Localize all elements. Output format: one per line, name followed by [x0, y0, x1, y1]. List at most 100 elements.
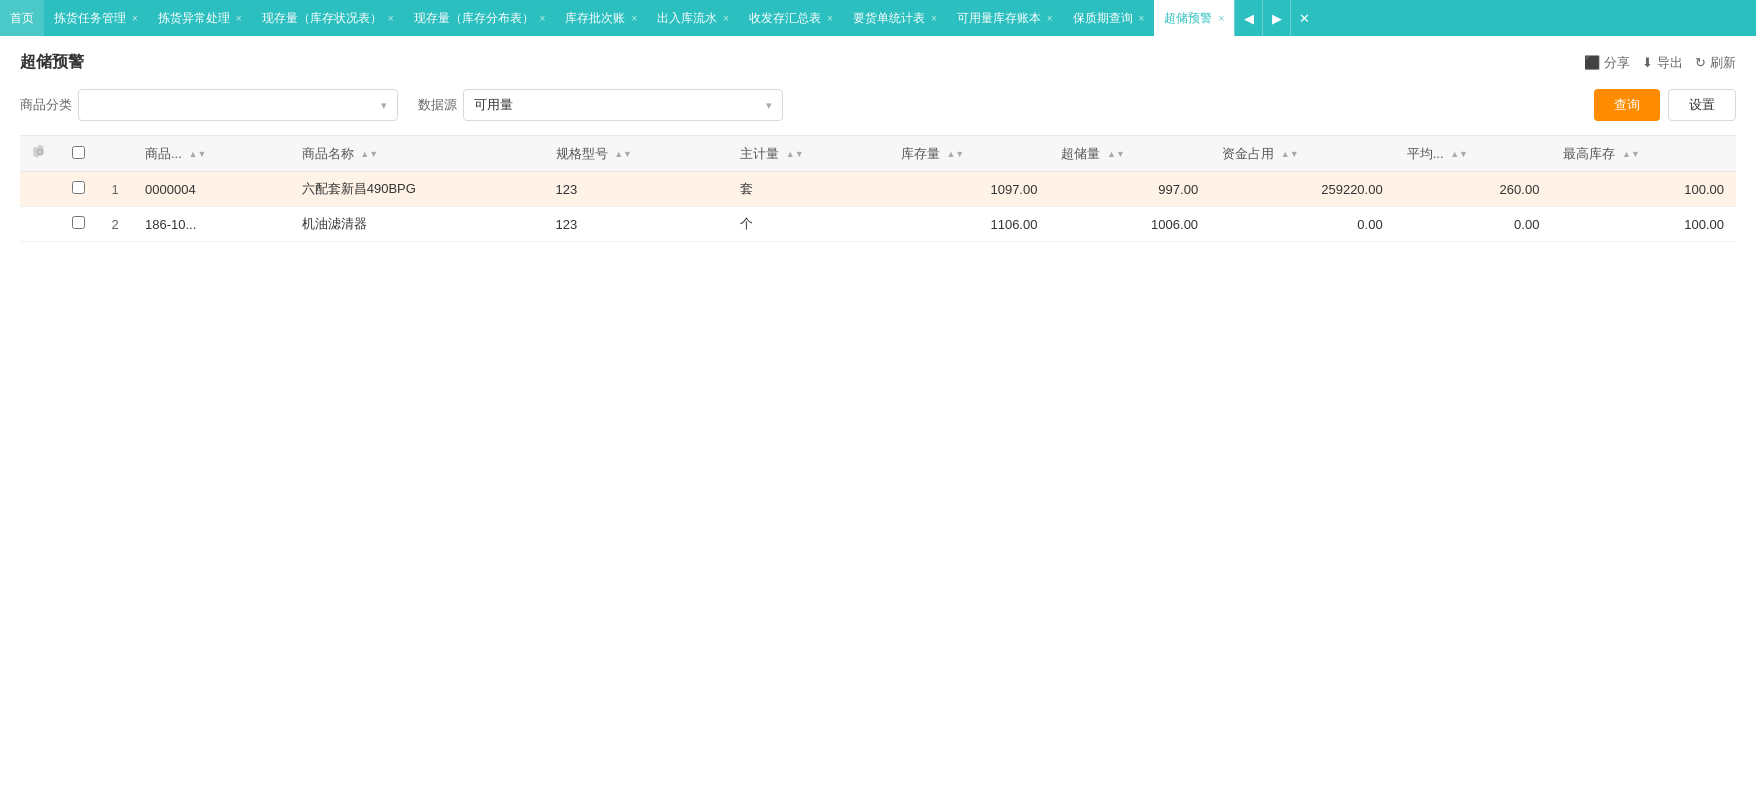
close-icon[interactable]: × [236, 13, 242, 24]
datasource-select-value: 可用量 [474, 96, 513, 114]
category-select[interactable]: ▾ [78, 89, 398, 121]
close-icon[interactable]: × [388, 13, 394, 24]
close-icon[interactable]: × [723, 13, 729, 24]
nav-item-batch-account[interactable]: 库存批次账 × [555, 0, 647, 36]
filter-actions: 查询 设置 [1594, 89, 1736, 121]
table-row: 2 186-10... 机油滤清器 123 个 1106.00 1006.00 … [20, 207, 1736, 242]
settings-button[interactable]: 设置 [1668, 89, 1736, 121]
nav-item-overstock-warning[interactable]: 超储预警 × [1154, 0, 1234, 36]
row-over-stock: 997.00 [1049, 172, 1210, 207]
row-avg-price: 0.00 [1395, 207, 1552, 242]
datasource-select[interactable]: 可用量 ▾ [463, 89, 783, 121]
category-label: 商品分类 [20, 96, 72, 114]
th-row-num [97, 136, 133, 172]
sort-icon: ▲▼ [1281, 150, 1299, 159]
main-content: 超储预警 ⬛ 分享 ⬇ 导出 ↻ 刷新 商品分类 ▾ 数据源 [0, 36, 1756, 800]
th-checkbox [60, 136, 97, 172]
sort-icon: ▲▼ [360, 150, 378, 159]
nav-item-inout-flow[interactable]: 出入库流水 × [647, 0, 739, 36]
th-over-stock[interactable]: 超储量 ▲▼ [1049, 136, 1210, 172]
close-icon[interactable]: × [931, 13, 937, 24]
nav-item-available-account[interactable]: 可用量库存账本 × [947, 0, 1063, 36]
th-product-name[interactable]: 商品名称 ▲▼ [290, 136, 544, 172]
top-navigation: 首页 拣货任务管理 × 拣货异常处理 × 现存量（库存状况表） × 现存量（库存… [0, 0, 1756, 36]
close-icon[interactable]: × [1139, 13, 1145, 24]
gear-icon[interactable] [32, 144, 48, 160]
row-unit: 套 [728, 172, 889, 207]
nav-item-receipt-summary[interactable]: 收发存汇总表 × [739, 0, 843, 36]
chevron-down-icon: ▾ [381, 99, 387, 112]
nav-item-stock-dist[interactable]: 现存量（库存分布表） × [404, 0, 556, 36]
th-stock[interactable]: 库存量 ▲▼ [889, 136, 1050, 172]
nav-arrow-left[interactable]: ◀ [1234, 0, 1262, 36]
close-icon[interactable]: × [132, 13, 138, 24]
close-icon[interactable]: × [631, 13, 637, 24]
row-spec: 123 [544, 207, 729, 242]
row-avg-price: 260.00 [1395, 172, 1552, 207]
filter-row: 商品分类 ▾ 数据源 可用量 ▾ 查询 设置 [20, 89, 1736, 121]
export-button[interactable]: ⬇ 导出 [1642, 54, 1683, 72]
sort-icon: ▲▼ [946, 150, 964, 159]
th-capital[interactable]: 资金占用 ▲▼ [1210, 136, 1395, 172]
nav-item-pick-task[interactable]: 拣货任务管理 × [44, 0, 148, 36]
row-product-name: 机油滤清器 [290, 207, 544, 242]
row-capital-occupied: 259220.00 [1210, 172, 1395, 207]
nav-item-order-stats[interactable]: 要货单统计表 × [843, 0, 947, 36]
row-over-stock: 1006.00 [1049, 207, 1210, 242]
share-button[interactable]: ⬛ 分享 [1584, 54, 1630, 72]
chevron-down-icon: ▾ [766, 99, 772, 112]
nav-item-home[interactable]: 首页 [0, 0, 44, 36]
row-max-stock: 100.00 [1551, 207, 1736, 242]
row-checkbox-cell [60, 172, 97, 207]
row-capital-occupied: 0.00 [1210, 207, 1395, 242]
sort-icon: ▲▼ [786, 150, 804, 159]
category-filter: 商品分类 ▾ [20, 89, 398, 121]
datasource-filter: 数据源 可用量 ▾ [418, 89, 783, 121]
row-checkbox[interactable] [72, 181, 85, 194]
row-number: 2 [97, 207, 133, 242]
th-gear [20, 136, 60, 172]
row-checkbox[interactable] [72, 216, 85, 229]
row-stock: 1097.00 [889, 172, 1050, 207]
close-icon[interactable]: × [1218, 13, 1224, 24]
select-all-checkbox[interactable] [72, 146, 85, 159]
th-max-stock[interactable]: 最高库存 ▲▼ [1551, 136, 1736, 172]
row-product-name: 六配套新昌490BPG [290, 172, 544, 207]
row-checkbox-cell [60, 207, 97, 242]
row-number: 1 [97, 172, 133, 207]
th-spec[interactable]: 规格型号 ▲▼ [544, 136, 729, 172]
row-product-code: 0000004 [133, 172, 290, 207]
share-icon: ⬛ [1584, 55, 1600, 70]
query-button[interactable]: 查询 [1594, 89, 1660, 121]
row-gear-cell [20, 172, 60, 207]
row-max-stock: 100.00 [1551, 172, 1736, 207]
row-unit: 个 [728, 207, 889, 242]
page-header: 超储预警 ⬛ 分享 ⬇ 导出 ↻ 刷新 [20, 52, 1736, 73]
sort-icon: ▲▼ [1450, 150, 1468, 159]
sort-icon: ▲▼ [1622, 150, 1640, 159]
row-product-code: 186-10... [133, 207, 290, 242]
th-avg-price[interactable]: 平均... ▲▼ [1395, 136, 1552, 172]
row-spec: 123 [544, 172, 729, 207]
export-icon: ⬇ [1642, 55, 1653, 70]
close-icon[interactable]: × [827, 13, 833, 24]
nav-item-pick-exception[interactable]: 拣货异常处理 × [148, 0, 252, 36]
nav-item-stock-status[interactable]: 现存量（库存状况表） × [252, 0, 404, 36]
sort-icon: ▲▼ [614, 150, 632, 159]
close-icon[interactable]: × [1047, 13, 1053, 24]
th-product-code[interactable]: 商品... ▲▼ [133, 136, 290, 172]
nav-item-shelf-life[interactable]: 保质期查询 × [1063, 0, 1155, 36]
row-gear-cell [20, 207, 60, 242]
row-stock: 1106.00 [889, 207, 1050, 242]
nav-arrow-right[interactable]: ▶ [1262, 0, 1290, 36]
nav-arrow-close[interactable]: ✕ [1290, 0, 1318, 36]
sort-icon: ▲▼ [1107, 150, 1125, 159]
header-actions: ⬛ 分享 ⬇ 导出 ↻ 刷新 [1584, 54, 1736, 72]
table-header-row: 商品... ▲▼ 商品名称 ▲▼ 规格型号 ▲▼ 主计量 ▲▼ 库存量 ▲▼ [20, 136, 1736, 172]
datasource-label: 数据源 [418, 96, 457, 114]
data-table: 商品... ▲▼ 商品名称 ▲▼ 规格型号 ▲▼ 主计量 ▲▼ 库存量 ▲▼ [20, 135, 1736, 242]
refresh-button[interactable]: ↻ 刷新 [1695, 54, 1736, 72]
th-unit[interactable]: 主计量 ▲▼ [728, 136, 889, 172]
page-title: 超储预警 [20, 52, 84, 73]
close-icon[interactable]: × [540, 13, 546, 24]
